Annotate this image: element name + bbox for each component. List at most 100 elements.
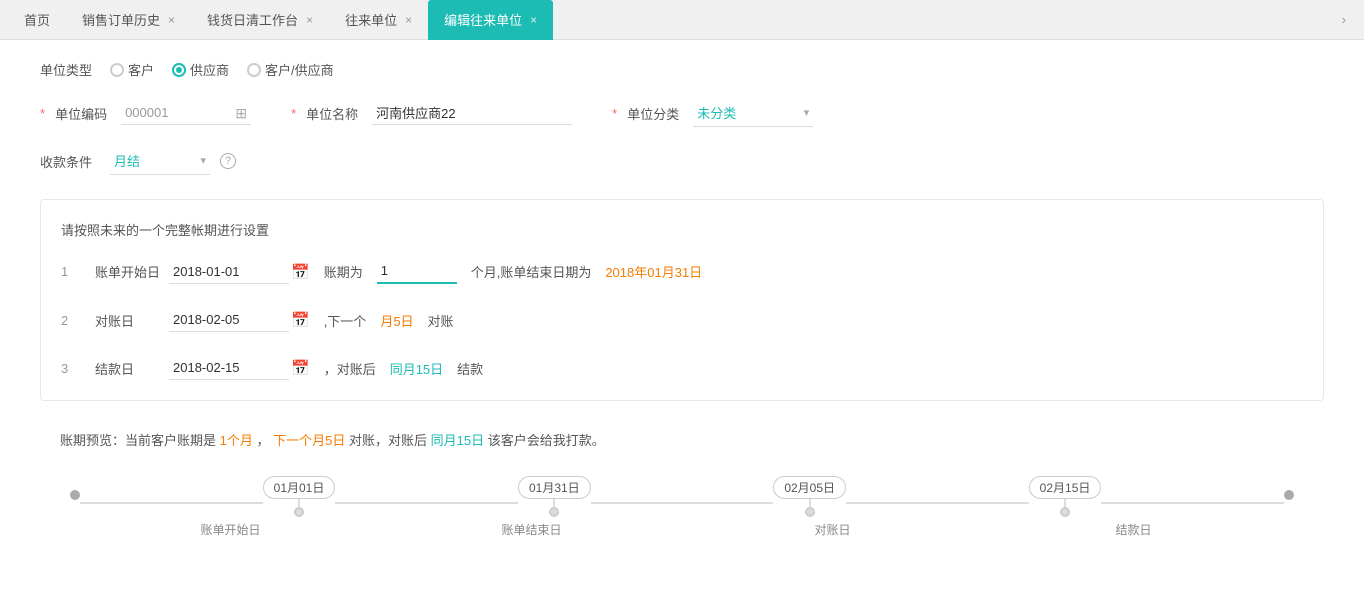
unit-name-star: * xyxy=(291,106,296,121)
timeline-container: 01月01日 01月31日 02月05日 xyxy=(60,476,1304,538)
radio-both[interactable]: 客户/供应商 xyxy=(247,60,334,79)
tab-sales-order-history[interactable]: 销售订单历史 × xyxy=(66,0,191,40)
tab-bar: 首页 销售订单历史 × 钱货日清工作台 × 往来单位 × 编辑往来单位 × › xyxy=(0,0,1364,40)
timeline-line-1 xyxy=(80,502,263,504)
tab-edit-label: 编辑往来单位 xyxy=(444,10,522,29)
tab-edit-partner[interactable]: 编辑往来单位 × xyxy=(428,0,553,40)
period-suffix-3: 结款 xyxy=(457,359,483,378)
timeline-date-4: 02月15日 xyxy=(1029,476,1102,499)
unit-code-wrap: ⊞ xyxy=(121,101,251,125)
calendar-icon-3[interactable]: 📅 xyxy=(291,359,310,377)
period-number-input-1[interactable] xyxy=(377,259,457,284)
timeline-end-dot xyxy=(1284,490,1294,500)
unit-code-input[interactable] xyxy=(121,101,251,125)
tab-more-button[interactable]: › xyxy=(1332,12,1356,27)
unit-type-label: 单位类型 xyxy=(40,60,92,79)
preview-suffix: 该客户会给我打款。 xyxy=(488,433,605,448)
period-row-2: 2 对账日 📅 ,下一个 月5日 对账 xyxy=(61,308,1293,332)
timeline-label-4: 结款日 xyxy=(983,521,1284,538)
period-num-3: 3 xyxy=(61,361,81,376)
radio-supplier-circle xyxy=(172,63,186,77)
timeline-label-1: 账单开始日 xyxy=(80,521,381,538)
period-settings-box: 请按照未来的一个完整帐期进行设置 1 账单开始日 📅 账期为 个月,账单结束日期… xyxy=(40,199,1324,401)
timeline-line-5 xyxy=(1101,502,1284,504)
preview-sep2: 对账，对账后 xyxy=(349,433,427,448)
period-date-2-input[interactable] xyxy=(169,308,289,332)
period-settings-title: 请按照未来的一个完整帐期进行设置 xyxy=(61,220,1293,239)
timeline-dot-1 xyxy=(294,507,304,517)
timeline-label-2: 账单结束日 xyxy=(381,521,682,538)
timeline-connector-1 xyxy=(298,499,300,507)
payment-terms-label: 收款条件 xyxy=(40,152,92,171)
period-label-1: 账单开始日 xyxy=(95,262,155,281)
radio-supplier-label: 供应商 xyxy=(190,60,229,79)
timeline-connector-3 xyxy=(809,499,811,507)
radio-customer-label: 客户 xyxy=(128,60,154,79)
unit-type-row: 单位类型 客户 供应商 客户/供应商 xyxy=(40,60,1324,79)
unit-category-item: * 单位分类 未分类 ▾ xyxy=(612,99,813,127)
timeline-connector-2 xyxy=(553,499,555,507)
timeline-line-4 xyxy=(846,502,1029,504)
unit-category-arrow-icon: ▾ xyxy=(804,106,810,119)
period-prefix-3: ，对账后 xyxy=(324,359,376,378)
radio-both-circle xyxy=(247,63,261,77)
tab-cash-label: 钱货日清工作台 xyxy=(207,10,298,29)
preview-section: 账期预览：当前客户账期是 1个月 ， 下一个月5日 对账，对账后 同月15日 该… xyxy=(40,421,1324,568)
period-row-3: 3 结款日 📅 ，对账后 同月15日 结款 xyxy=(61,356,1293,380)
period-num-2: 2 xyxy=(61,313,81,328)
timeline-date-3: 02月05日 xyxy=(773,476,846,499)
period-highlight-3: 同月15日 xyxy=(390,359,443,378)
payment-terms-help-icon[interactable]: ? xyxy=(220,153,236,169)
period-date-1-input[interactable] xyxy=(169,260,289,284)
timeline-connector-4 xyxy=(1064,499,1066,507)
timeline-dot-3 xyxy=(805,507,815,517)
period-date-3-wrap: 📅 xyxy=(169,356,310,380)
timeline-date-2: 01月31日 xyxy=(518,476,591,499)
unit-category-label: 单位分类 xyxy=(627,104,679,123)
tab-home[interactable]: 首页 xyxy=(8,0,66,40)
period-unit-1: 个月,账单结束日期为 xyxy=(471,262,592,281)
unit-code-star: * xyxy=(40,106,45,121)
tab-home-label: 首页 xyxy=(24,10,50,29)
timeline-node-3: 02月05日 xyxy=(773,476,846,517)
preview-part3: 同月15日 xyxy=(431,433,484,448)
copy-icon[interactable]: ⊞ xyxy=(235,105,247,122)
tab-cash-close-icon[interactable]: × xyxy=(306,13,313,27)
period-label-2: 对账日 xyxy=(95,311,155,330)
tab-sales-close-icon[interactable]: × xyxy=(168,13,175,27)
unit-name-item: * 单位名称 xyxy=(291,101,572,125)
period-highlight-2: 月5日 xyxy=(380,311,413,330)
preview-part1: 1个月 xyxy=(220,433,253,448)
tab-partner-close-icon[interactable]: × xyxy=(405,13,412,27)
unit-category-value: 未分类 xyxy=(697,103,797,122)
period-date-2-wrap: 📅 xyxy=(169,308,310,332)
period-suffix-2: 对账 xyxy=(428,311,454,330)
timeline-segment-1-wrap: 01月01日 01月31日 02月05日 xyxy=(80,476,1284,538)
radio-customer[interactable]: 客户 xyxy=(110,60,154,79)
timeline-line-2 xyxy=(335,502,518,504)
unit-code-item: * 单位编码 ⊞ xyxy=(40,101,251,125)
tab-edit-close-icon[interactable]: × xyxy=(530,13,537,27)
tab-partner-units[interactable]: 往来单位 × xyxy=(329,0,428,40)
tab-partner-label: 往来单位 xyxy=(345,10,397,29)
period-date-3-input[interactable] xyxy=(169,356,289,380)
unit-info-row: * 单位编码 ⊞ * 单位名称 * 单位分类 未分类 ▾ xyxy=(40,99,1324,127)
main-content: 单位类型 客户 供应商 客户/供应商 * 单位编码 xyxy=(0,40,1364,608)
tab-cash-flow[interactable]: 钱货日清工作台 × xyxy=(191,0,329,40)
calendar-icon-1[interactable]: 📅 xyxy=(291,263,310,281)
radio-supplier-dot xyxy=(176,67,182,73)
unit-category-select[interactable]: 未分类 ▾ xyxy=(693,99,813,127)
payment-terms-arrow-icon: ▾ xyxy=(200,154,206,167)
unit-type-radio-group: 客户 供应商 客户/供应商 xyxy=(110,60,334,79)
preview-prefix: 账期预览：当前客户账期是 xyxy=(60,433,216,448)
timeline-dot-2 xyxy=(549,507,559,517)
calendar-icon-2[interactable]: 📅 xyxy=(291,311,310,329)
radio-supplier[interactable]: 供应商 xyxy=(172,60,229,79)
unit-name-label: 单位名称 xyxy=(306,104,358,123)
timeline-date-1: 01月01日 xyxy=(263,476,336,499)
unit-category-star: * xyxy=(612,106,617,121)
period-suffix-1: 账期为 xyxy=(324,262,363,281)
timeline-node-1: 01月01日 xyxy=(263,476,336,517)
unit-name-input[interactable] xyxy=(372,101,572,125)
payment-terms-select[interactable]: 月结 ▾ xyxy=(110,147,210,175)
